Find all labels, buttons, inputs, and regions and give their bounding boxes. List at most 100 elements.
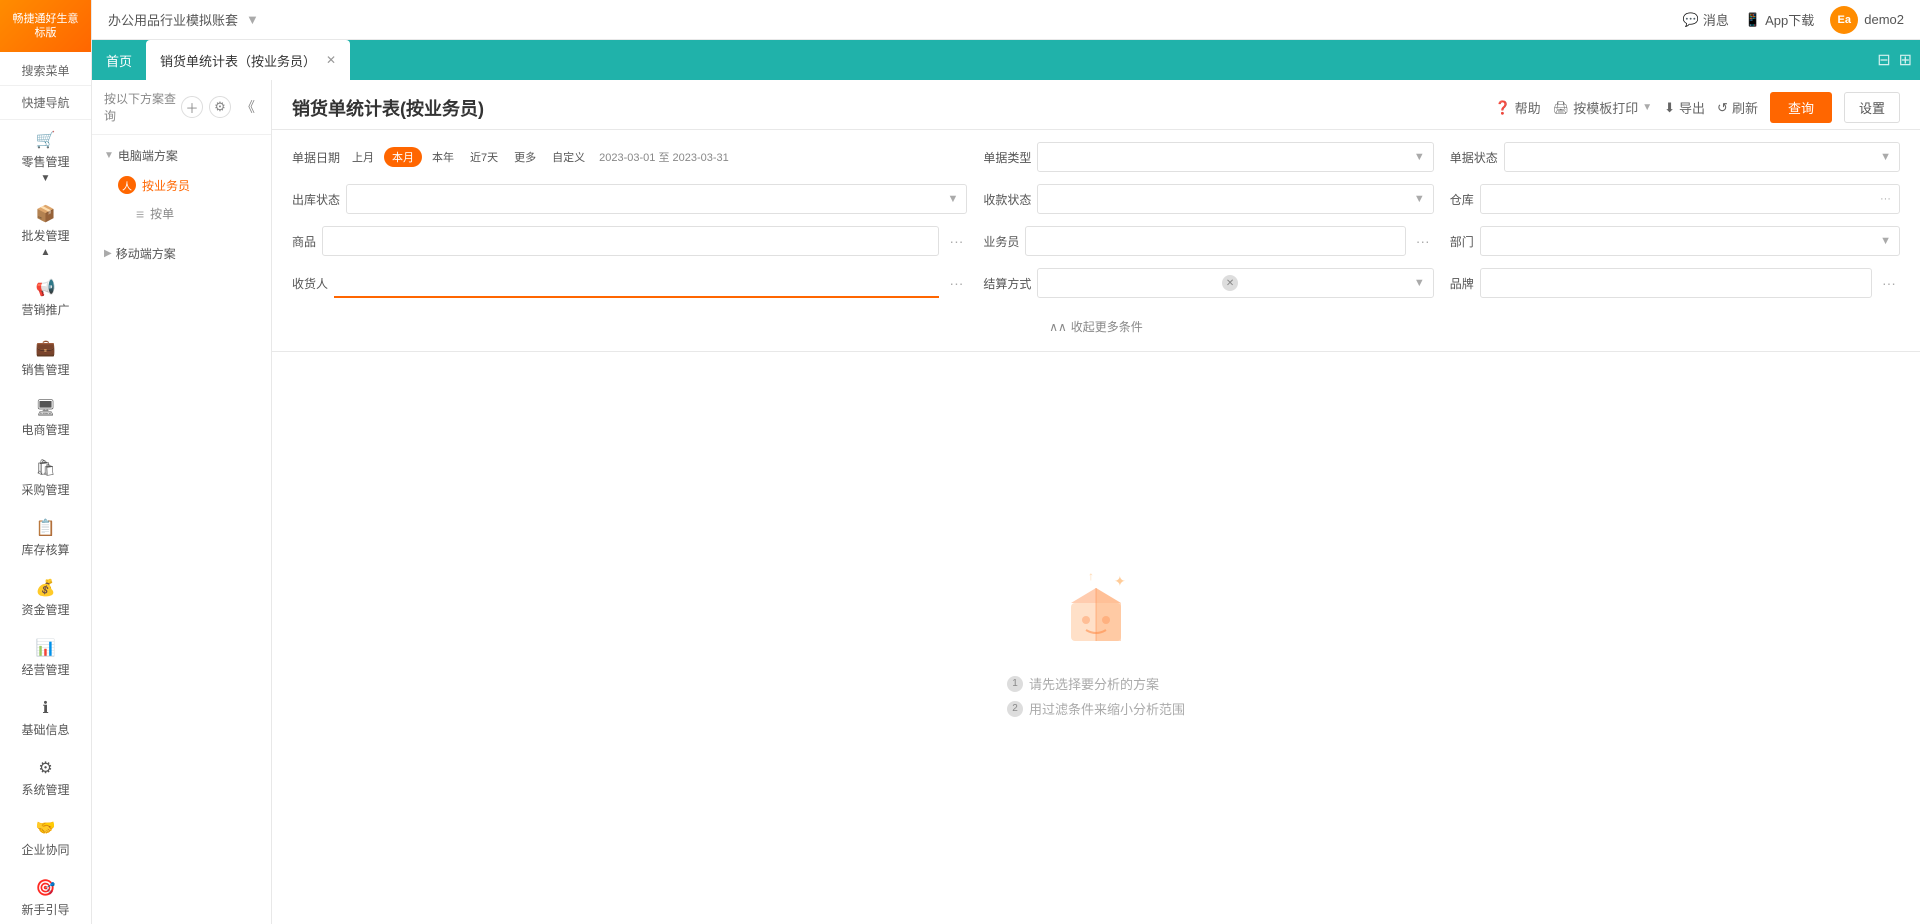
plan-item-label: 按业务员 xyxy=(142,177,190,194)
doc-status-select[interactable]: ▼ xyxy=(1504,142,1900,172)
date-btn-custom[interactable]: 自定义 xyxy=(546,147,591,167)
export-icon: ⬇ xyxy=(1664,100,1675,116)
payment-clear-button[interactable]: ✕ xyxy=(1222,275,1238,291)
sidebar-item-label: 零售管理 xyxy=(21,153,69,170)
payment-select[interactable]: ✕ ▼ xyxy=(1037,268,1433,298)
user-menu[interactable]: Ea demo2 xyxy=(1830,6,1904,34)
sidebar-item-ecommerce[interactable]: 🖥 电商管理 xyxy=(0,388,91,448)
query-button[interactable]: 查询 xyxy=(1770,92,1832,123)
sidebar-item-sales[interactable]: 💼 销售管理 xyxy=(0,328,91,388)
filter-row-4: 收货人 ··· 结算方式 ✕ ▼ 品牌 xyxy=(292,268,1900,298)
plan-sub-item-by-order[interactable]: ≡ 按单 xyxy=(92,200,271,227)
wholesale-icon: 📦 xyxy=(36,204,56,224)
message-button[interactable]: 💬 消息 xyxy=(1683,10,1729,29)
date-btn-last-7-days[interactable]: 近7天 xyxy=(464,147,504,167)
desktop-plan-title[interactable]: ▼ 电脑端方案 xyxy=(92,141,271,170)
help-button[interactable]: ❓ 帮助 xyxy=(1494,98,1540,117)
minimize-button[interactable]: ⊟ xyxy=(1877,50,1890,70)
sidebar-item-label: 营销推广 xyxy=(21,301,69,318)
add-plan-button[interactable]: ＋ xyxy=(181,96,203,118)
filter-results-area: 销货单统计表(按业务员) ❓ 帮助 🖨 按模板打印 ▼ ⬇ 导出 xyxy=(272,80,1920,924)
tip-num-2: 2 xyxy=(1007,701,1023,717)
empty-state: ✦ ↑ 1 请先选择要分析的方案 2 用过滤条件来缩小分析范围 xyxy=(272,352,1920,924)
page-title: 销货单统计表(按业务员) xyxy=(292,95,484,121)
system-icon: ⚙ xyxy=(38,758,52,778)
settings-plan-button[interactable]: ⚙ xyxy=(209,96,231,118)
sidebar-item-finance[interactable]: 💰 资金管理 xyxy=(0,568,91,628)
sidebar-item-marketing[interactable]: 📢 营销推广 xyxy=(0,268,91,328)
quick-nav-item[interactable]: 快捷导航 xyxy=(0,86,91,120)
goods-input[interactable] xyxy=(322,226,939,256)
receiver-input[interactable] xyxy=(334,268,939,298)
date-field: 单据日期 上月 本月 本年 近7天 更多 自定义 2023-03-01 至 20… xyxy=(292,147,967,167)
sidebar-item-label: 新手引导 xyxy=(21,901,69,918)
breadcrumb-arrow-icon[interactable]: ▼ xyxy=(246,12,259,27)
brand-dots[interactable]: ··· xyxy=(1878,275,1900,291)
doc-type-select[interactable]: ▼ xyxy=(1037,142,1433,172)
collapse-label: 收起更多条件 xyxy=(1071,318,1143,335)
plan-item-by-salesperson[interactable]: 人 按业务员 xyxy=(92,170,271,200)
sidebar-item-operations[interactable]: 📊 经营管理 xyxy=(0,628,91,688)
sidebar-item-newbie[interactable]: 🎯 新手引导 xyxy=(0,868,91,924)
newbie-icon: 🎯 xyxy=(36,878,56,898)
breadcrumb-text: 办公用品行业模拟账套 xyxy=(108,10,238,29)
tab-home[interactable]: 首页 xyxy=(92,40,146,80)
settings-button[interactable]: 设置 xyxy=(1844,92,1900,123)
tab-close-button[interactable]: ✕ xyxy=(326,53,336,67)
out-status-select[interactable]: ▼ xyxy=(346,184,967,214)
refresh-icon: ↺ xyxy=(1717,100,1728,116)
message-label: 消息 xyxy=(1703,10,1729,29)
salesperson-input[interactable] xyxy=(1025,226,1405,256)
maximize-button[interactable]: ⊞ xyxy=(1899,50,1912,70)
sidebar-item-basic[interactable]: ℹ 基础信息 xyxy=(0,688,91,748)
query-sidebar-title: 按以下方案查询 xyxy=(104,90,181,124)
date-btn-this-month[interactable]: 本月 xyxy=(384,147,422,167)
sidebar-item-retail[interactable]: 🛒 零售管理 ▼ xyxy=(0,120,91,194)
sidebar-item-purchase[interactable]: 🛍 采购管理 xyxy=(0,448,91,508)
date-btn-more[interactable]: 更多 xyxy=(508,147,542,167)
tab-sales-stat[interactable]: 销货单统计表（按业务员） ✕ xyxy=(146,40,350,80)
print-template-button[interactable]: 🖨 按模板打印 ▼ xyxy=(1553,98,1652,117)
sidebar-item-label: 采购管理 xyxy=(21,481,69,498)
mobile-plan-title[interactable]: ▶ 移动端方案 xyxy=(92,239,271,268)
svg-text:✦: ✦ xyxy=(1114,573,1126,589)
filter-header: 销货单统计表(按业务员) ❓ 帮助 🖨 按模板打印 ▼ ⬇ 导出 xyxy=(272,80,1920,130)
sidebar-item-wholesale[interactable]: 📦 批发管理 ▲ xyxy=(0,194,91,268)
out-status-field: 出库状态 ▼ xyxy=(292,184,967,214)
date-btn-this-year[interactable]: 本年 xyxy=(426,147,460,167)
export-label: 导出 xyxy=(1679,98,1705,117)
search-menu-item[interactable]: 搜索菜单 xyxy=(0,52,91,86)
date-btn-last-month[interactable]: 上月 xyxy=(346,147,380,167)
app-logo[interactable]: 畅捷通好生意 标版 xyxy=(0,0,92,52)
refresh-label: 刷新 xyxy=(1732,98,1758,117)
sidebar-item-label: 库存核算 xyxy=(21,541,69,558)
refresh-button[interactable]: ↺ 刷新 xyxy=(1717,98,1758,117)
sidebar-item-cooperation[interactable]: 🤝 企业协同 xyxy=(0,808,91,868)
warehouse-select[interactable]: ··· xyxy=(1480,184,1900,214)
help-label: 帮助 xyxy=(1515,98,1541,117)
sidebar-item-system[interactable]: ⚙ 系统管理 xyxy=(0,748,91,808)
brand-input[interactable] xyxy=(1480,268,1872,298)
sidebar-item-label: 销售管理 xyxy=(21,361,69,378)
export-button[interactable]: ⬇ 导出 xyxy=(1664,98,1705,117)
retail-icon: 🛒 xyxy=(36,130,56,150)
sidebar-item-inventory[interactable]: 📋 库存核算 xyxy=(0,508,91,568)
receipt-status-label: 收款状态 xyxy=(983,191,1031,208)
doc-type-arrow-icon: ▼ xyxy=(1414,151,1425,163)
dept-select[interactable]: ▼ xyxy=(1480,226,1900,256)
collapse-sidebar-button[interactable]: 《 xyxy=(237,96,259,118)
warehouse-label: 仓库 xyxy=(1450,191,1474,208)
empty-illustration: ✦ ↑ xyxy=(1046,558,1146,658)
receiver-dots[interactable]: ··· xyxy=(945,275,967,291)
dept-label: 部门 xyxy=(1450,233,1474,250)
print-arrow-icon: ▼ xyxy=(1642,102,1652,113)
receipt-status-select[interactable]: ▼ xyxy=(1037,184,1433,214)
out-status-label: 出库状态 xyxy=(292,191,340,208)
sidebar-item-label: 企业协同 xyxy=(21,841,69,858)
logo-text: 畅捷通好生意 标版 xyxy=(13,12,79,41)
app-download-button[interactable]: 📱 App下载 xyxy=(1745,10,1814,29)
salesperson-dots[interactable]: ··· xyxy=(1412,233,1434,249)
print-label: 按模板打印 xyxy=(1573,98,1638,117)
goods-dots[interactable]: ··· xyxy=(945,233,967,249)
collapse-more-button[interactable]: ∧∧ 收起更多条件 xyxy=(292,310,1900,339)
